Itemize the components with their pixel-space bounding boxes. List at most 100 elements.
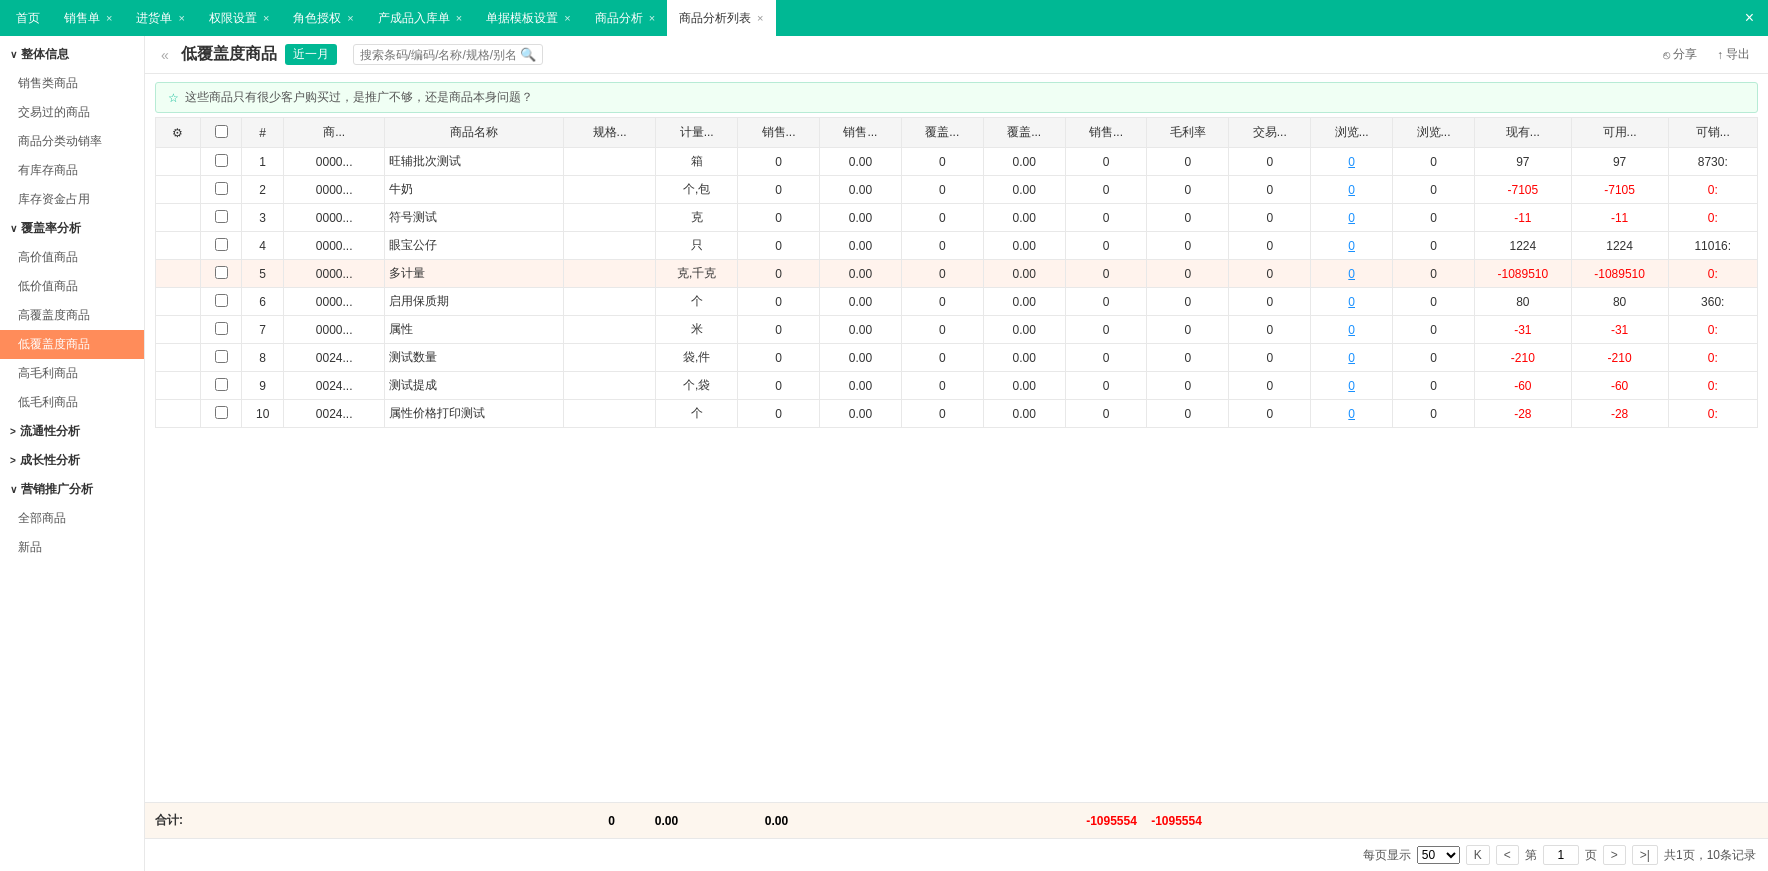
col-sales1[interactable]: 销售... xyxy=(738,118,820,148)
nav-close-warehouse[interactable]: × xyxy=(456,12,462,24)
table-cell[interactable] xyxy=(200,400,242,428)
row-checkbox[interactable] xyxy=(215,406,228,419)
sidebar-item-low-margin[interactable]: 低毛利商品 xyxy=(0,388,144,417)
col-browse1[interactable]: 浏览... xyxy=(1311,118,1393,148)
nav-close-permissions[interactable]: × xyxy=(263,12,269,24)
sidebar-section-marketing[interactable]: ∨ 营销推广分析 xyxy=(0,475,144,504)
col-cover2[interactable]: 覆盖... xyxy=(983,118,1065,148)
sidebar-item-all-products[interactable]: 全部商品 xyxy=(0,504,144,533)
table-cell[interactable]: 0 xyxy=(1229,204,1311,232)
sidebar-section-coverage[interactable]: ∨ 覆盖率分析 xyxy=(0,214,144,243)
row-checkbox[interactable] xyxy=(215,350,228,363)
row-checkbox[interactable] xyxy=(215,210,228,223)
sidebar-section-overall[interactable]: ∨ 整体信息 xyxy=(0,40,144,69)
col-code[interactable]: 商... xyxy=(284,118,385,148)
table-cell[interactable]: 0 xyxy=(1229,148,1311,176)
sidebar-section-flow[interactable]: > 流通性分析 xyxy=(0,417,144,446)
first-page-button[interactable]: K xyxy=(1466,845,1490,865)
nav-close-roles[interactable]: × xyxy=(347,12,353,24)
table-cell[interactable]: 0 xyxy=(1229,400,1311,428)
nav-warehouse[interactable]: 产成品入库单 × xyxy=(366,0,474,36)
sidebar-collapse-button[interactable]: « xyxy=(157,45,173,65)
row-checkbox[interactable] xyxy=(215,238,228,251)
table-cell: 0 xyxy=(738,372,820,400)
col-available[interactable]: 可用... xyxy=(1571,118,1668,148)
col-sellable[interactable]: 可销... xyxy=(1668,118,1758,148)
per-page-select[interactable]: 50 100 200 xyxy=(1417,846,1460,864)
sidebar-item-category-rate[interactable]: 商品分类动销率 xyxy=(0,127,144,156)
row-checkbox[interactable] xyxy=(215,322,228,335)
sidebar-item-in-stock[interactable]: 有库存商品 xyxy=(0,156,144,185)
sidebar-item-new-products[interactable]: 新品 xyxy=(0,533,144,562)
sidebar-item-low-coverage[interactable]: 低覆盖度商品 xyxy=(0,330,144,359)
table-cell[interactable] xyxy=(200,288,242,316)
col-sales2[interactable]: 销售... xyxy=(819,118,901,148)
table-cell[interactable] xyxy=(200,260,242,288)
next-page-button[interactable]: > xyxy=(1603,845,1626,865)
col-settings[interactable]: ⚙ xyxy=(156,118,201,148)
select-all-checkbox[interactable] xyxy=(215,125,228,138)
sidebar-item-high-coverage[interactable]: 高覆盖度商品 xyxy=(0,301,144,330)
col-name[interactable]: 商品名称 xyxy=(385,118,564,148)
nav-roles[interactable]: 角色授权 × xyxy=(281,0,365,36)
col-checkbox[interactable] xyxy=(200,118,242,148)
table-cell[interactable]: 0 xyxy=(1229,176,1311,204)
table-cell[interactable] xyxy=(200,148,242,176)
sidebar-item-traded[interactable]: 交易过的商品 xyxy=(0,98,144,127)
table-cell: 0.00 xyxy=(983,288,1065,316)
row-checkbox[interactable] xyxy=(215,182,228,195)
page-number-input[interactable] xyxy=(1543,845,1579,865)
nav-permissions[interactable]: 权限设置 × xyxy=(197,0,281,36)
nav-analysis-list[interactable]: 商品分析列表 × xyxy=(667,0,775,36)
col-browse2[interactable]: 浏览... xyxy=(1393,118,1475,148)
table-cell[interactable]: 0 xyxy=(1229,288,1311,316)
col-current[interactable]: 现有... xyxy=(1474,118,1571,148)
table-cell[interactable] xyxy=(200,316,242,344)
sidebar-item-high-margin[interactable]: 高毛利商品 xyxy=(0,359,144,388)
sidebar-item-sales-category[interactable]: 销售类商品 xyxy=(0,69,144,98)
sidebar-item-low-value[interactable]: 低价值商品 xyxy=(0,272,144,301)
nav-purchase[interactable]: 进货单 × xyxy=(124,0,196,36)
table-cell[interactable]: 0 xyxy=(1229,372,1311,400)
nav-close-analysis[interactable]: × xyxy=(649,12,655,24)
last-page-button[interactable]: >| xyxy=(1632,845,1658,865)
col-margin[interactable]: 毛利率 xyxy=(1147,118,1229,148)
col-trade[interactable]: 交易... xyxy=(1229,118,1311,148)
table-cell[interactable] xyxy=(200,344,242,372)
table-cell[interactable] xyxy=(200,232,242,260)
table-cell: 3 xyxy=(242,204,284,232)
table-cell[interactable] xyxy=(200,176,242,204)
row-checkbox[interactable] xyxy=(215,154,228,167)
nav-close-analysis-list[interactable]: × xyxy=(757,12,763,24)
search-input[interactable] xyxy=(360,48,520,62)
col-cover1[interactable]: 覆盖... xyxy=(901,118,983,148)
nav-template[interactable]: 单据模板设置 × xyxy=(474,0,582,36)
sidebar-item-high-value[interactable]: 高价值商品 xyxy=(0,243,144,272)
table-cell[interactable]: 0 xyxy=(1229,316,1311,344)
prev-page-button[interactable]: < xyxy=(1496,845,1519,865)
col-spec[interactable]: 规格... xyxy=(563,118,655,148)
row-checkbox[interactable] xyxy=(215,378,228,391)
table-cell[interactable] xyxy=(200,204,242,232)
window-close-button[interactable]: × xyxy=(1735,9,1764,27)
export-button[interactable]: ↑ 导出 xyxy=(1711,44,1756,65)
table-cell[interactable]: 0 xyxy=(1229,232,1311,260)
row-checkbox[interactable] xyxy=(215,266,228,279)
search-icon[interactable]: 🔍 xyxy=(520,47,536,62)
share-button[interactable]: ⎋ 分享 xyxy=(1657,44,1703,65)
col-unit[interactable]: 计量... xyxy=(656,118,738,148)
nav-close-sales[interactable]: × xyxy=(106,12,112,24)
table-cell[interactable]: 0 xyxy=(1229,260,1311,288)
table-cell[interactable] xyxy=(200,372,242,400)
sidebar-item-stock-capital[interactable]: 库存资金占用 xyxy=(0,185,144,214)
sidebar-section-growth[interactable]: > 成长性分析 xyxy=(0,446,144,475)
nav-analysis[interactable]: 商品分析 × xyxy=(583,0,667,36)
table-cell[interactable]: 0 xyxy=(1229,344,1311,372)
nav-close-template[interactable]: × xyxy=(564,12,570,24)
col-sales3[interactable]: 销售... xyxy=(1065,118,1147,148)
period-badge[interactable]: 近一月 xyxy=(285,44,337,65)
nav-sales[interactable]: 销售单 × xyxy=(52,0,124,36)
nav-close-purchase[interactable]: × xyxy=(178,12,184,24)
row-checkbox[interactable] xyxy=(215,294,228,307)
nav-home[interactable]: 首页 xyxy=(4,0,52,36)
